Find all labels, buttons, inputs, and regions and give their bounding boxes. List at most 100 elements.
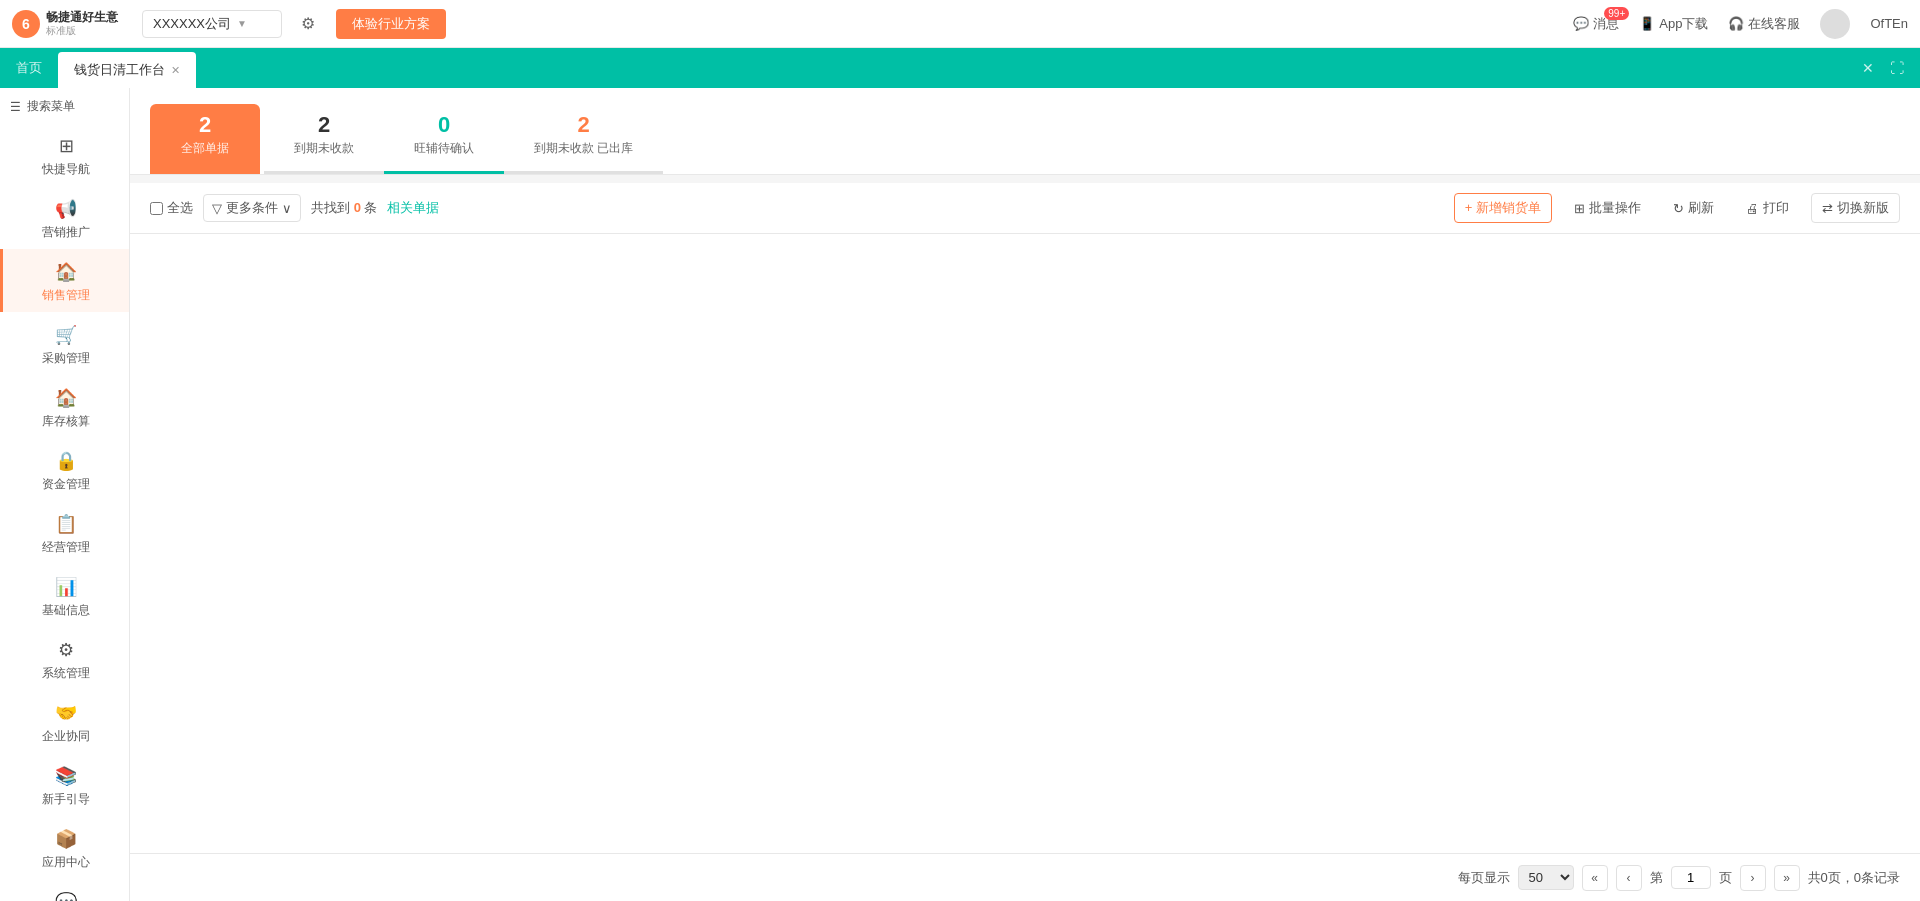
stat-tab-overdue[interactable]: 2 到期未收款 [264,104,384,174]
company-selector[interactable]: XXXXXX公司 ▼ [142,10,282,38]
app-center-icon: 📦 [55,828,77,850]
page-suffix: 页 [1719,869,1732,887]
sidebar-item-label: 应用中心 [42,854,90,871]
last-page-icon: » [1783,871,1790,885]
often-label: OfTEn [1870,16,1908,31]
sidebar-item-enterprise-wechat[interactable]: 💬 企业微信 [0,879,129,901]
per-page-select[interactable]: 20 50 100 [1518,865,1574,890]
download-icon: 📱 [1639,16,1655,31]
chevron-down-icon: ▼ [237,18,247,29]
related-records-link[interactable]: 相关单据 [387,199,439,217]
online-service-button[interactable]: 🎧 在线客服 [1728,15,1800,33]
logo-sub: 标准版 [46,25,118,37]
prev-page-icon: ‹ [1627,871,1631,885]
close-window-icon[interactable]: ✕ [1858,56,1878,80]
switch-icon: ⇄ [1822,201,1833,216]
avatar[interactable] [1820,9,1850,39]
batch-label: 批量操作 [1589,199,1641,217]
found-unit: 条 [364,200,377,215]
filter-icon: ▽ [212,201,222,216]
select-all-checkbox[interactable]: 全选 [150,199,193,217]
add-sales-order-button[interactable]: + 新增销货单 [1454,193,1552,223]
prev-page-button[interactable]: ‹ [1616,865,1642,891]
inventory-icon: 🏠 [55,387,77,409]
filter-arrow-icon: ∨ [282,201,292,216]
page-prefix: 第 [1650,869,1663,887]
sidebar-item-label: 销售管理 [42,287,90,304]
table-area [130,234,1920,853]
switch-label: 切换新版 [1837,199,1889,217]
content-area: 2 全部单据 2 到期未收款 0 旺辅待确认 2 到期未收款 已出库 全选 [130,88,1920,901]
next-page-icon: › [1751,871,1755,885]
batch-operation-button[interactable]: ⊞ 批量操作 [1564,194,1651,222]
first-page-button[interactable]: « [1582,865,1608,891]
sidebar-item-label: 采购管理 [42,350,90,367]
trial-button[interactable]: 体验行业方案 [336,9,446,39]
found-count: 0 [354,200,361,215]
toolbar-right: + 新增销货单 ⊞ 批量操作 ↻ 刷新 🖨 打印 ⇄ 切换新版 [1454,193,1900,223]
sidebar-item-system[interactable]: ⚙ 系统管理 [0,627,129,690]
toolbar-left: 全选 ▽ 更多条件 ∨ 共找到 0 条 相关单据 [150,194,1442,222]
message-button[interactable]: 💬 消息 99+ [1573,15,1619,33]
sidebar-item-operations[interactable]: 📋 经营管理 [0,501,129,564]
message-icon: 💬 [1573,16,1589,31]
service-icon: 🎧 [1728,16,1744,31]
sidebar-item-inventory[interactable]: 🏠 库存核算 [0,375,129,438]
stat-tab-wangpu[interactable]: 0 旺辅待确认 [384,104,504,174]
sidebar-item-label: 资金管理 [42,476,90,493]
finance-icon: 🔒 [55,450,77,472]
top-nav: 6 畅捷通好生意 标准版 XXXXXX公司 ▼ ⚙ 体验行业方案 💬 消息 99… [0,0,1920,48]
pagination: 每页显示 20 50 100 « ‹ 第 页 › » 共0页，0条记录 [130,853,1920,901]
settings-button[interactable]: ⚙ [292,8,324,40]
page-number-input[interactable] [1671,866,1711,889]
refresh-label: 刷新 [1688,199,1714,217]
tab-home[interactable]: 首页 [0,48,58,88]
sidebar: ☰ 搜索菜单 ⊞ 快捷导航 📢 营销推广 🏠 销售管理 🛒 采购管理 🏠 库存核… [0,88,130,901]
base-info-icon: 📊 [55,576,77,598]
stat-label-overdue: 到期未收款 [294,140,354,157]
search-menu-button[interactable]: ☰ 搜索菜单 [0,88,129,123]
select-all-input[interactable] [150,202,163,215]
found-text: 共找到 0 条 [311,199,377,217]
stat-label-all: 全部单据 [181,140,229,157]
quick-nav-icon: ⊞ [59,135,74,157]
sidebar-item-label: 经营管理 [42,539,90,556]
sidebar-item-sales[interactable]: 🏠 销售管理 [0,249,129,312]
app-download-button[interactable]: 📱 App下载 [1639,15,1708,33]
search-menu-label: 搜索菜单 [27,98,75,115]
sidebar-item-marketing[interactable]: 📢 营销推广 [0,186,129,249]
stat-number-all: 2 [199,112,211,138]
sidebar-item-finance[interactable]: 🔒 资金管理 [0,438,129,501]
sidebar-item-label: 系统管理 [42,665,90,682]
switch-version-button[interactable]: ⇄ 切换新版 [1811,193,1900,223]
logo-text: 畅捷通好生意 标准版 [46,10,118,36]
main-layout: ☰ 搜索菜单 ⊞ 快捷导航 📢 营销推广 🏠 销售管理 🛒 采购管理 🏠 库存核… [0,88,1920,901]
sidebar-item-guide[interactable]: 📚 新手引导 [0,753,129,816]
company-name: XXXXXX公司 [153,15,231,33]
sidebar-item-app-center[interactable]: 📦 应用中心 [0,816,129,879]
stat-label-wangpu: 旺辅待确认 [414,140,474,157]
close-tab-icon[interactable]: ✕ [171,64,180,77]
refresh-button[interactable]: ↻ 刷新 [1663,194,1724,222]
sidebar-item-quick-nav[interactable]: ⊞ 快捷导航 [0,123,129,186]
enterprise-icon: 🤝 [55,702,77,724]
last-page-button[interactable]: » [1774,865,1800,891]
print-icon: 🖨 [1746,201,1759,216]
more-filter-button[interactable]: ▽ 更多条件 ∨ [203,194,301,222]
tab-bar: 首页 钱货日清工作台 ✕ ✕ ⛶ [0,48,1920,88]
tab-cashflow[interactable]: 钱货日清工作台 ✕ [58,52,196,88]
expand-window-icon[interactable]: ⛶ [1886,56,1908,80]
stat-tab-unshipped[interactable]: 2 到期未收款 已出库 [504,104,663,174]
stat-tab-all[interactable]: 2 全部单据 [150,104,260,174]
first-page-icon: « [1591,871,1598,885]
sidebar-item-base-info[interactable]: 📊 基础信息 [0,564,129,627]
found-prefix: 共找到 [311,200,350,215]
sidebar-item-enterprise[interactable]: 🤝 企业协同 [0,690,129,753]
stat-number-unshipped: 2 [578,112,590,138]
purchase-icon: 🛒 [55,324,77,346]
print-button[interactable]: 🖨 打印 [1736,194,1799,222]
toolbar: 全选 ▽ 更多条件 ∨ 共找到 0 条 相关单据 + 新增销货单 ⊞ 批 [130,183,1920,234]
next-page-button[interactable]: › [1740,865,1766,891]
sidebar-item-purchase[interactable]: 🛒 采购管理 [0,312,129,375]
batch-icon: ⊞ [1574,201,1585,216]
